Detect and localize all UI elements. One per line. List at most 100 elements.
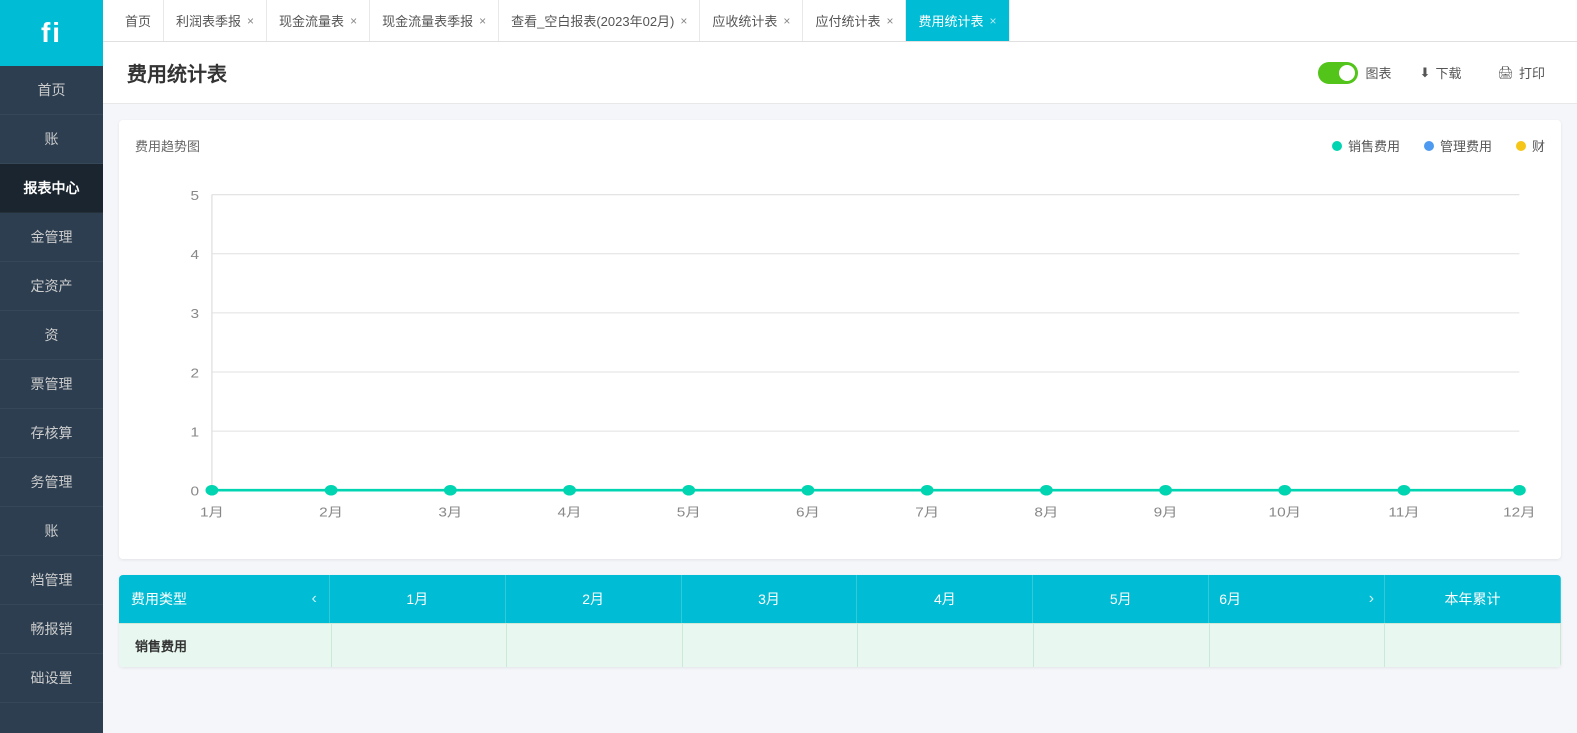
chart-point (1513, 485, 1526, 496)
chart-point (563, 485, 576, 496)
chart-point (1040, 485, 1053, 496)
tab-payable-stats[interactable]: 应付统计表 × (803, 0, 906, 42)
sidebar-item-fund-mgmt[interactable]: 金管理 (0, 213, 103, 262)
tab-expense-stats[interactable]: 费用统计表 × (906, 0, 1009, 42)
legend-dot-finance (1516, 141, 1526, 151)
chart-point (444, 485, 457, 496)
td-m2 (507, 624, 683, 667)
nav-prev-arrow[interactable]: ‹ (312, 590, 317, 608)
legend-dot-mgmt (1424, 141, 1434, 151)
sidebar-item-archive-mgmt[interactable]: 档管理 (0, 556, 103, 605)
sidebar-item-ledger[interactable]: 账 (0, 507, 103, 556)
sidebar-item-inventory[interactable]: 存核算 (0, 409, 103, 458)
chart-point (921, 485, 934, 496)
legend-label-mgmt: 管理费用 (1440, 136, 1492, 155)
table-row: 销售费用 (119, 623, 1561, 667)
th-type: 费用类型 ‹ (119, 575, 330, 623)
tab-close-receivable-stats[interactable]: × (783, 14, 790, 28)
legend-dot-sales (1332, 141, 1342, 151)
td-m4 (858, 624, 1034, 667)
svg-text:1: 1 (191, 425, 200, 439)
tab-cash-flow-quarterly[interactable]: 现金流量表季报 × (370, 0, 499, 42)
page-header: 费用统计表 图表 ⬇ 下载 🖨 打印 (103, 42, 1577, 104)
td-type: 销售费用 (119, 624, 332, 667)
tab-close-cash-flow[interactable]: × (350, 14, 357, 28)
chart-toggle-label: 图表 (1366, 63, 1392, 82)
th-m3: 3月 (682, 575, 858, 623)
chart-point (1278, 485, 1291, 496)
download-button[interactable]: ⬇ 下载 (1412, 59, 1470, 86)
legend-mgmt-expense: 管理费用 (1424, 136, 1492, 155)
svg-text:4月: 4月 (558, 505, 582, 519)
legend-finance-expense: 财 (1516, 136, 1545, 155)
main-area: 首页 利润表季报 × 现金流量表 × 现金流量表季报 × 查看_空白报表(202… (103, 0, 1577, 733)
th-ytd: 本年累计 (1385, 575, 1561, 623)
sidebar: fi 首页 账 报表中心 金管理 定资产 资 票管理 存核算 务管理 账 档管理… (0, 0, 103, 733)
tab-close-payable-stats[interactable]: × (886, 14, 893, 28)
sidebar-item-investment[interactable]: 资 (0, 311, 103, 360)
td-m1 (332, 624, 508, 667)
chart-point (1398, 485, 1411, 496)
legend-label-sales: 销售费用 (1348, 136, 1400, 155)
svg-text:2月: 2月 (319, 505, 343, 519)
sidebar-item-account[interactable]: 账 (0, 115, 103, 164)
sidebar-item-home[interactable]: 首页 (0, 66, 103, 115)
th-m6: 6月 › (1209, 575, 1385, 623)
tab-close-expense-stats[interactable]: × (989, 14, 996, 28)
tab-close-profit-quarterly[interactable]: × (247, 14, 254, 28)
data-table: 费用类型 ‹ 1月 2月 3月 4月 5月 6月 › 本年累计 销售费用 (119, 575, 1561, 667)
sidebar-item-report-center[interactable]: 报表中心 (0, 164, 103, 213)
tab-home[interactable]: 首页 (113, 0, 164, 42)
print-button[interactable]: 🖨 打印 (1489, 59, 1553, 86)
chart-legend: 销售费用 管理费用 财 (1332, 136, 1545, 155)
chart-title: 费用趋势图 (135, 136, 200, 155)
tab-profit-quarterly[interactable]: 利润表季报 × (164, 0, 267, 42)
tab-cash-flow[interactable]: 现金流量表 × (267, 0, 370, 42)
svg-text:0: 0 (191, 484, 200, 498)
th-m1: 1月 (330, 575, 506, 623)
td-ytd (1385, 624, 1561, 667)
sidebar-item-basic-settings[interactable]: 础设置 (0, 654, 103, 703)
svg-text:6月: 6月 (796, 505, 820, 519)
svg-text:1月: 1月 (200, 505, 224, 519)
legend-sales-expense: 销售费用 (1332, 136, 1400, 155)
sidebar-item-fixed-assets[interactable]: 定资产 (0, 262, 103, 311)
svg-text:7月: 7月 (915, 505, 939, 519)
th-m2: 2月 (506, 575, 682, 623)
svg-text:3月: 3月 (438, 505, 462, 519)
print-icon: 🖨 (1497, 65, 1514, 81)
chart-container: 0 1 2 3 4 5 1月 2月 3月 4月 5月 6月 7月 8月 9 (135, 163, 1545, 543)
svg-text:9月: 9月 (1154, 505, 1178, 519)
tab-receivable-stats[interactable]: 应收统计表 × (700, 0, 803, 42)
sidebar-item-service-mgmt[interactable]: 务管理 (0, 458, 103, 507)
chart-point (682, 485, 695, 496)
svg-text:3: 3 (191, 306, 200, 320)
svg-text:12月: 12月 (1503, 505, 1535, 519)
print-label: 打印 (1519, 63, 1545, 82)
tab-bar: 首页 利润表季报 × 现金流量表 × 现金流量表季报 × 查看_空白报表(202… (103, 0, 1577, 42)
td-m3 (683, 624, 859, 667)
chart-toggle[interactable] (1318, 62, 1358, 84)
chart-point (802, 485, 815, 496)
td-m6 (1210, 624, 1386, 667)
svg-text:8月: 8月 (1034, 505, 1058, 519)
header-actions: 图表 ⬇ 下载 🖨 打印 (1318, 59, 1553, 86)
page-title: 费用统计表 (127, 58, 227, 87)
svg-text:11月: 11月 (1388, 505, 1419, 519)
download-icon: ⬇ (1420, 65, 1431, 81)
th-m4: 4月 (857, 575, 1033, 623)
svg-text:5: 5 (191, 188, 200, 202)
tab-close-blank-report[interactable]: × (680, 14, 687, 28)
nav-next-arrow[interactable]: › (1369, 590, 1374, 608)
svg-text:5月: 5月 (677, 505, 701, 519)
svg-text:4: 4 (191, 247, 200, 261)
th-m5: 5月 (1033, 575, 1209, 623)
table-header-row: 费用类型 ‹ 1月 2月 3月 4月 5月 6月 › 本年累计 (119, 575, 1561, 623)
content-area: 费用统计表 图表 ⬇ 下载 🖨 打印 费用趋势图 (103, 42, 1577, 733)
sidebar-item-invoice-mgmt[interactable]: 票管理 (0, 360, 103, 409)
sidebar-item-sales-return[interactable]: 畅报销 (0, 605, 103, 654)
tab-close-cash-flow-quarterly[interactable]: × (479, 14, 486, 28)
svg-text:10月: 10月 (1269, 505, 1301, 519)
tab-blank-report[interactable]: 查看_空白报表(2023年02月) × (499, 0, 700, 42)
chart-svg: 0 1 2 3 4 5 1月 2月 3月 4月 5月 6月 7月 8月 9 (135, 163, 1545, 543)
